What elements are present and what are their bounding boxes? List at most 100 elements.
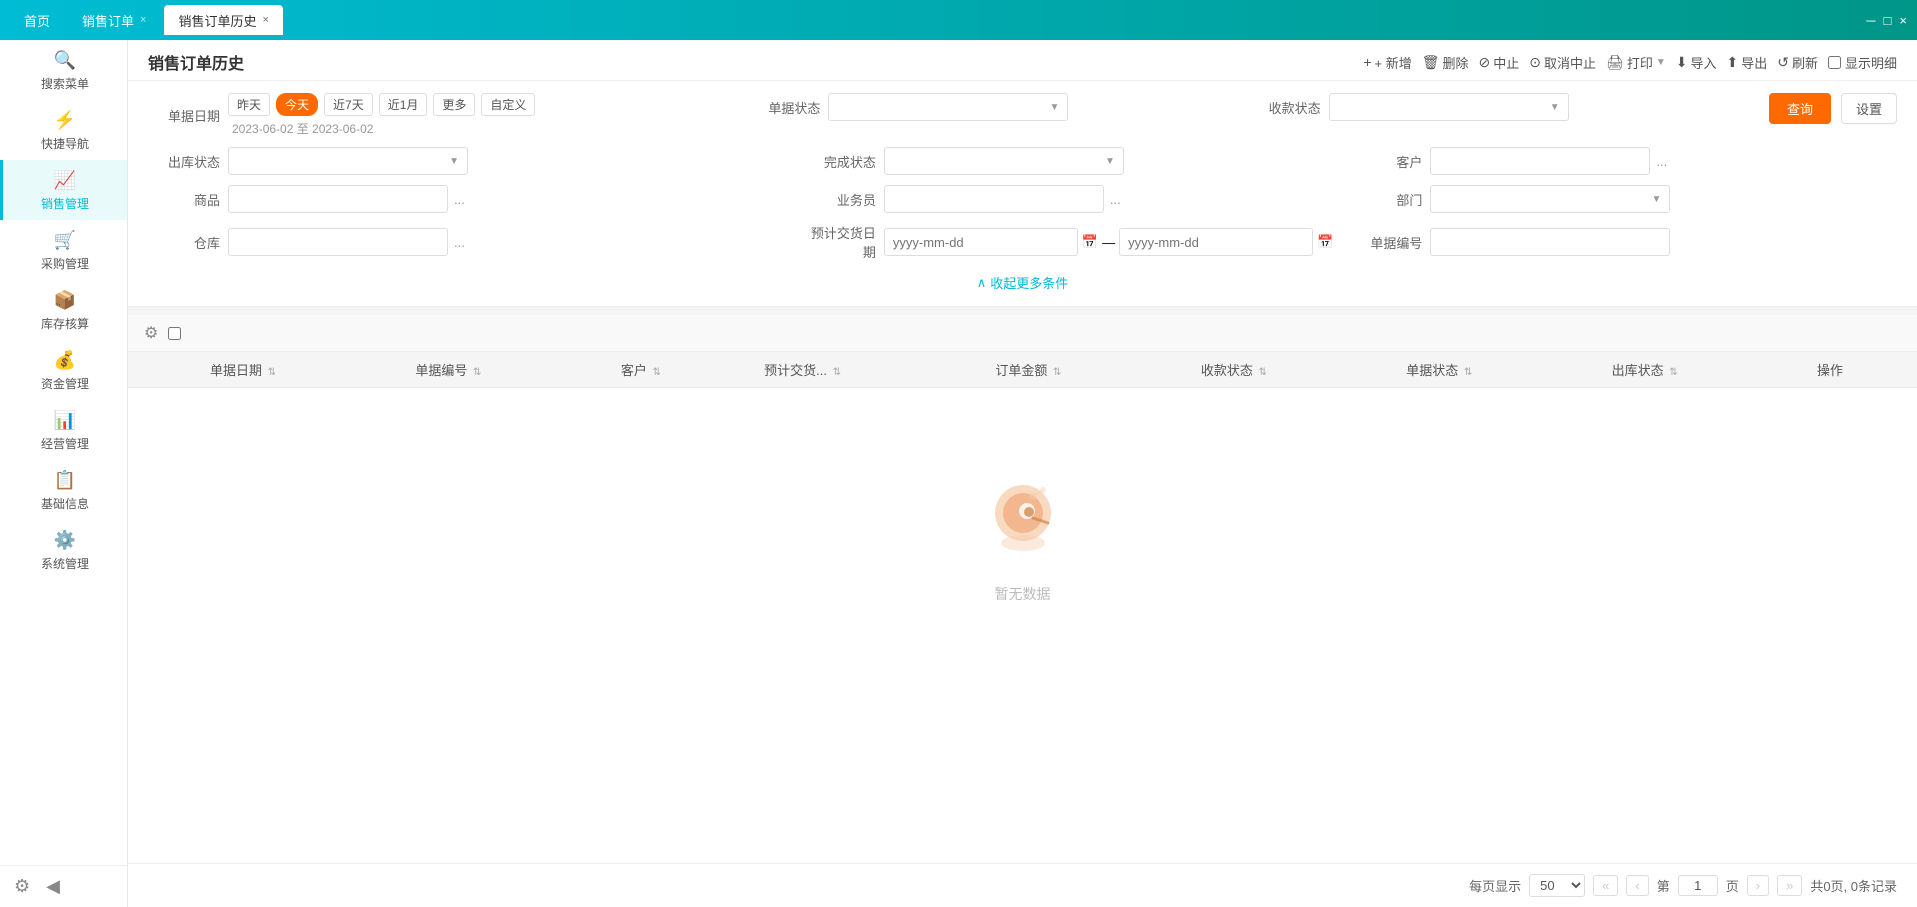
tab-sales-order-history[interactable]: 销售订单历史 ×: [164, 5, 282, 35]
print-chevron-icon: ▼: [1656, 57, 1666, 68]
sidebar-item-quicknav[interactable]: ⚡ 快捷导航: [0, 100, 127, 160]
date-7days-btn[interactable]: 近7天: [324, 93, 373, 116]
th-payment-status[interactable]: 收款状态 ⇅: [1191, 352, 1396, 388]
calendar-to-icon[interactable]: 📅: [1317, 234, 1333, 250]
sidebar-item-purchase[interactable]: 🛒 采购管理: [0, 220, 127, 280]
table-settings-icon[interactable]: ⚙: [144, 323, 158, 343]
order-status-select[interactable]: ▼: [828, 93, 1068, 121]
sidebar-item-inventory[interactable]: 📦 库存核算: [0, 280, 127, 340]
toolbar: + + 新增 🗑 删除 ⊘ 中止 ⊙ 取消中止 🖨 打印: [1363, 53, 1897, 72]
quicknav-icon: ⚡: [54, 110, 76, 131]
date-range-text: 2023-06-02 至 2023-06-02: [232, 120, 535, 137]
window-maximize-icon[interactable]: □: [1884, 13, 1892, 28]
product-input[interactable]: [228, 185, 448, 213]
show-detail-text: 显示明细: [1845, 53, 1897, 72]
th-customer[interactable]: 客户 ⇅: [611, 352, 754, 388]
th-date-label: 单据日期: [210, 363, 262, 378]
tab-sales-order-history-label: 销售订单历史: [178, 11, 256, 30]
sidebar-sales-label: 销售管理: [41, 195, 89, 212]
date-from-input[interactable]: [884, 228, 1078, 256]
main-content: 销售订单历史 + + 新增 🗑 删除 ⊘ 中止 ⊙ 取消中止: [128, 40, 1917, 907]
sidebar-item-sales[interactable]: 📈 销售管理: [0, 160, 127, 220]
first-page-button[interactable]: «: [1593, 875, 1618, 896]
date-custom-btn[interactable]: 自定义: [481, 93, 535, 116]
th-order-status[interactable]: 单据状态 ⇅: [1396, 352, 1601, 388]
show-detail-checkbox[interactable]: [1828, 56, 1841, 69]
tab-home[interactable]: 首页: [10, 5, 64, 35]
th-date[interactable]: 单据日期 ⇅: [200, 352, 405, 388]
th-expected-date-sort-icon: ⇅: [833, 367, 841, 378]
action-btns: 查询 设置: [1769, 93, 1897, 124]
warehouse-input[interactable]: [228, 228, 448, 256]
management-icon: 📊: [54, 410, 76, 431]
tab-sales-order[interactable]: 销售订单 ×: [68, 5, 160, 35]
delete-button[interactable]: 🗑 删除: [1422, 53, 1469, 72]
th-order-no[interactable]: 单据编号 ⇅: [405, 352, 610, 388]
select-all-checkbox[interactable]: [168, 327, 181, 340]
delete-icon: 🗑: [1422, 54, 1440, 71]
th-settings: [128, 352, 164, 388]
date-separator: —: [1102, 235, 1115, 250]
sidebar-settings-icon[interactable]: ⚙: [14, 876, 30, 897]
customer-dots[interactable]: ...: [1656, 154, 1667, 169]
order-no-input[interactable]: [1430, 228, 1670, 256]
query-button[interactable]: 查询: [1769, 93, 1831, 124]
warehouse-label: 仓库: [148, 233, 228, 252]
date-today-btn[interactable]: 今天: [276, 93, 318, 116]
collapse-bar[interactable]: ∧ 收起更多条件: [148, 267, 1897, 294]
window-minimize-icon[interactable]: ─: [1866, 13, 1875, 28]
sidebar-search-label: 搜索菜单: [41, 75, 89, 92]
close-tab-sales-order-icon[interactable]: ×: [140, 14, 146, 26]
payment-status-select[interactable]: ▼: [1329, 93, 1569, 121]
date-1month-btn[interactable]: 近1月: [379, 93, 428, 116]
next-page-button[interactable]: ›: [1747, 875, 1769, 896]
th-amount[interactable]: 订单金额 ⇅: [985, 352, 1190, 388]
sidebar-item-search[interactable]: 🔍 搜索菜单: [0, 40, 127, 100]
warehouse-dots[interactable]: ...: [454, 235, 465, 250]
tab-list: 首页 销售订单 × 销售订单历史 ×: [10, 5, 1866, 35]
department-select[interactable]: ▼: [1430, 185, 1670, 213]
export-button[interactable]: ⬆ 导出: [1726, 53, 1767, 72]
page-input[interactable]: 1: [1678, 875, 1718, 896]
outbound-status-chevron-icon: ▼: [449, 156, 459, 167]
product-dots[interactable]: ...: [454, 192, 465, 207]
search-icon: 🔍: [54, 50, 76, 71]
close-tab-sales-order-history-icon[interactable]: ×: [262, 14, 268, 26]
salesperson-dots[interactable]: ...: [1110, 192, 1121, 207]
new-button[interactable]: + + 新增: [1363, 53, 1411, 72]
salesperson-input[interactable]: [884, 185, 1104, 213]
prev-page-button[interactable]: ‹: [1626, 875, 1648, 896]
sidebar-item-finance[interactable]: 💰 资金管理: [0, 340, 127, 400]
expected-date-label: 预计交货日期: [804, 223, 884, 261]
complete-status-select[interactable]: ▼: [884, 147, 1124, 175]
th-expected-date[interactable]: 预计交货... ⇅: [754, 352, 985, 388]
stop-button[interactable]: ⊘ 中止: [1479, 53, 1520, 72]
print-label: 打印: [1627, 53, 1653, 72]
last-page-button[interactable]: »: [1777, 875, 1802, 896]
refresh-button[interactable]: ↺ 刷新: [1777, 53, 1818, 72]
calendar-from-icon[interactable]: 📅: [1082, 234, 1098, 250]
sidebar-item-system[interactable]: ⚙️ 系统管理: [0, 520, 127, 580]
stop-label: 中止: [1493, 53, 1519, 72]
filter-area: 单据日期 昨天 今天 近7天 近1月 更多 自定义 2023-06-02 至 2…: [128, 81, 1917, 307]
print-button[interactable]: 🖨 打印 ▼: [1606, 53, 1666, 72]
sidebar-item-basic-info[interactable]: 📋 基础信息: [0, 460, 127, 520]
date-yesterday-btn[interactable]: 昨天: [228, 93, 270, 116]
date-to-input[interactable]: [1119, 228, 1313, 256]
customer-input[interactable]: [1430, 147, 1650, 175]
import-button[interactable]: ⬇ 导入: [1676, 53, 1717, 72]
th-outbound-status[interactable]: 出库状态 ⇅: [1602, 352, 1807, 388]
outbound-status-select[interactable]: ▼: [228, 147, 468, 175]
empty-illustration: [973, 468, 1073, 568]
sidebar-item-management[interactable]: 📊 经营管理: [0, 400, 127, 460]
date-more-btn[interactable]: 更多: [433, 93, 475, 116]
setting-button[interactable]: 设置: [1841, 93, 1897, 124]
per-page-select[interactable]: 50 10 20 100: [1529, 874, 1585, 897]
window-close-icon[interactable]: ×: [1899, 13, 1907, 28]
date-label: 单据日期: [148, 106, 228, 125]
th-customer-label: 客户: [621, 363, 647, 378]
th-expected-date-label: 预计交货...: [764, 363, 827, 378]
sidebar-collapse-icon[interactable]: ◀: [46, 876, 60, 897]
delete-label: 删除: [1443, 53, 1469, 72]
cancel-stop-button[interactable]: ⊙ 取消中止: [1529, 53, 1596, 72]
